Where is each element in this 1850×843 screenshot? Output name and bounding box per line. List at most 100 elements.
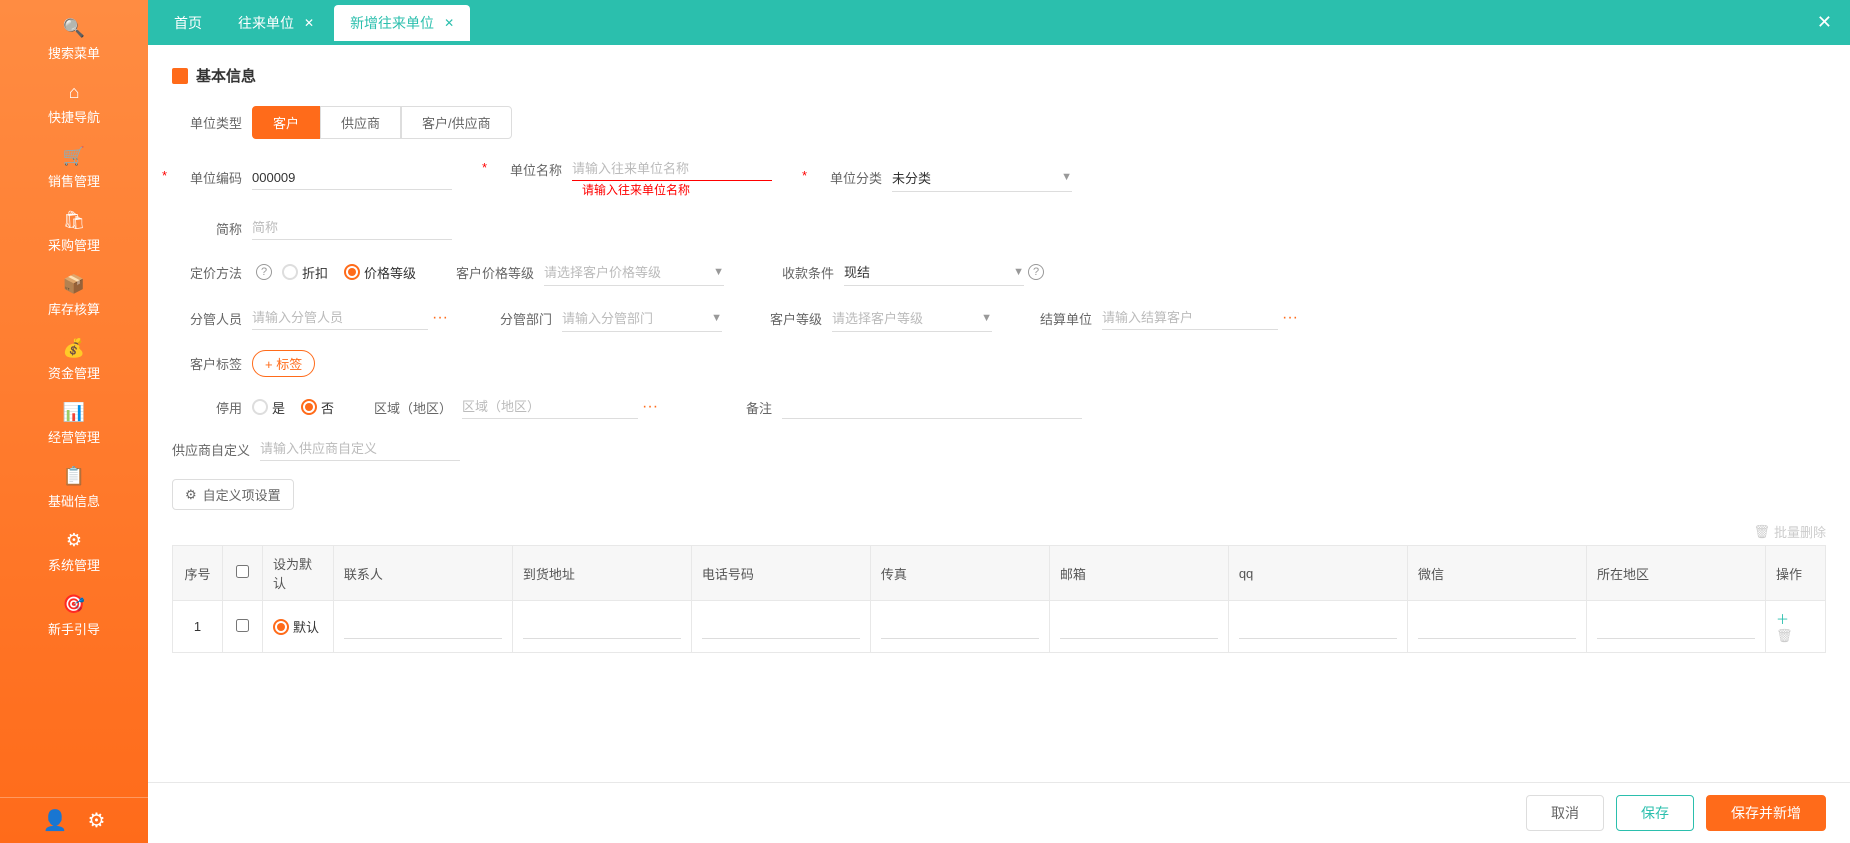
unit-category-label: 单位分类 [812,168,892,187]
sidebar-item-system[interactable]: ⚙ 系统管理 [0,520,148,584]
unit-category-dropdown[interactable]: 未分类 ▼ [892,164,1072,192]
delete-row-btn[interactable]: 🗑 [1776,628,1793,643]
btn-customer[interactable]: 客户 [252,106,320,139]
batch-delete-label[interactable]: 批量删除 [1774,522,1826,541]
cell-phone[interactable] [691,601,870,653]
payment-terms-help-icon[interactable]: ? [1028,264,1044,280]
email-input[interactable] [1060,615,1218,639]
section-title: 基本信息 [172,65,1826,86]
add-tag-button[interactable]: + 标签 [252,350,315,377]
settings-icon: ⚙ [185,487,197,503]
th-fax: 传真 [870,546,1049,601]
custom-settings-label: 自定义项设置 [203,485,281,504]
remarks-input[interactable] [782,395,1082,419]
department-arrow-icon: ▼ [711,312,722,324]
sidebar-item-search[interactable]: 🔍 搜索菜单 [0,8,148,72]
customer-price-level-dropdown[interactable]: 请选择客户价格等级 ▼ [544,258,724,286]
add-row-btn[interactable]: ＋ [1776,612,1789,627]
radio-discount[interactable]: 折扣 [282,263,328,282]
unit-code-input[interactable] [252,166,452,190]
cancel-button[interactable]: 取消 [1526,795,1604,831]
tab-partner-label: 往来单位 [238,13,294,33]
radio-no[interactable]: 否 [301,398,334,417]
radio-price-level-label: 价格等级 [364,263,416,282]
department-placeholder: 请输入分管部门 [562,308,653,327]
bag-icon: 🛍 [63,210,86,231]
manager-input[interactable] [252,306,428,330]
sidebar-item-label: 采购管理 [48,235,100,254]
radio-price-level[interactable]: 价格等级 [344,263,416,282]
sidebar-item-quick-nav[interactable]: ⌂ 快捷导航 [0,72,148,136]
unit-type-row: 单位类型 客户 供应商 客户/供应商 [172,106,1826,139]
customer-level-placeholder: 请选择客户等级 [832,308,923,327]
radio-default-inner [277,623,285,631]
sidebar-item-guide[interactable]: 🎯 新手引导 [0,584,148,648]
radio-yes-outer [252,399,268,415]
cell-qq[interactable] [1228,601,1407,653]
abbreviation-input[interactable] [252,216,452,240]
th-phone: 电话号码 [691,546,870,601]
supplier-custom-input[interactable] [260,437,460,461]
radio-yes[interactable]: 是 [252,398,285,417]
contact-input[interactable] [344,615,502,639]
tab-home[interactable]: 首页 [158,5,218,41]
qq-input[interactable] [1239,615,1397,639]
table-row: 1 默认 [173,601,1826,653]
cell-checkbox[interactable] [223,601,263,653]
th-location: 所在地区 [1586,546,1765,601]
sidebar-item-label: 资金管理 [48,363,100,382]
btn-supplier[interactable]: 供应商 [320,106,401,139]
sidebar-item-sales[interactable]: 🛒 销售管理 [0,136,148,200]
cell-location[interactable] [1586,601,1765,653]
manager-more-btn[interactable]: ··· [428,309,452,327]
supplier-custom-row: 供应商自定义 [172,437,1826,461]
cell-wechat[interactable] [1407,601,1586,653]
select-all-checkbox[interactable] [236,565,249,578]
region-input[interactable] [462,395,638,419]
address-input[interactable] [523,615,681,639]
fax-input[interactable] [881,615,1039,639]
save-button[interactable]: 保存 [1616,795,1694,831]
supplier-custom-label: 供应商自定义 [172,440,260,459]
radio-yes-label: 是 [272,398,285,417]
price-level-arrow-icon: ▼ [713,266,724,278]
disabled-label: 停用 [172,398,252,417]
tab-new-partner-close[interactable]: ✕ [444,16,454,30]
cell-address[interactable] [512,601,691,653]
customer-level-dropdown[interactable]: 请选择客户等级 ▼ [832,304,992,332]
pricing-help-icon[interactable]: ? [256,264,272,280]
tab-home-label: 首页 [174,13,202,33]
close-all-tabs[interactable]: ✕ [1809,8,1840,37]
sidebar-item-finance[interactable]: 💰 资金管理 [0,328,148,392]
tab-partner-close[interactable]: ✕ [304,16,314,30]
region-more-btn[interactable]: ··· [638,398,662,416]
save-and-new-button[interactable]: 保存并新增 [1706,795,1826,831]
payment-terms-value: 现结 [844,262,870,281]
pricing-row: 定价方法 ? 折扣 价格等级 客户价格等级 [172,258,1826,286]
sidebar-item-basic-info[interactable]: 📋 基础信息 [0,456,148,520]
cell-fax[interactable] [870,601,1049,653]
cell-contact[interactable] [333,601,512,653]
phone-input[interactable] [702,615,860,639]
sidebar-item-inventory[interactable]: 📦 库存核算 [0,264,148,328]
custom-settings-button[interactable]: ⚙ 自定义项设置 [172,479,294,510]
wechat-input[interactable] [1418,615,1576,639]
radio-default[interactable]: 默认 [273,617,323,636]
location-input[interactable] [1597,615,1755,639]
th-default: 设为默认 [263,546,334,601]
unit-name-error: 请输入往来单位名称 [582,183,690,197]
cell-email[interactable] [1049,601,1228,653]
unit-name-input[interactable] [572,157,772,181]
user-icon[interactable]: 👤 [43,808,68,833]
department-dropdown[interactable]: 请输入分管部门 ▼ [562,304,722,332]
payment-terms-dropdown[interactable]: 现结 ▼ [844,258,1024,286]
tab-partner[interactable]: 往来单位 ✕ [222,5,330,41]
btn-both[interactable]: 客户/供应商 [401,106,512,139]
tab-new-partner[interactable]: 新增往来单位 ✕ [334,5,470,41]
row-checkbox[interactable] [236,619,249,632]
sidebar-item-purchase[interactable]: 🛍 采购管理 [0,200,148,264]
sidebar-item-operations[interactable]: 📊 经营管理 [0,392,148,456]
settings-icon[interactable]: ⚙ [87,808,105,833]
settlement-unit-more-btn[interactable]: ··· [1278,309,1302,327]
settlement-unit-input[interactable] [1102,306,1278,330]
